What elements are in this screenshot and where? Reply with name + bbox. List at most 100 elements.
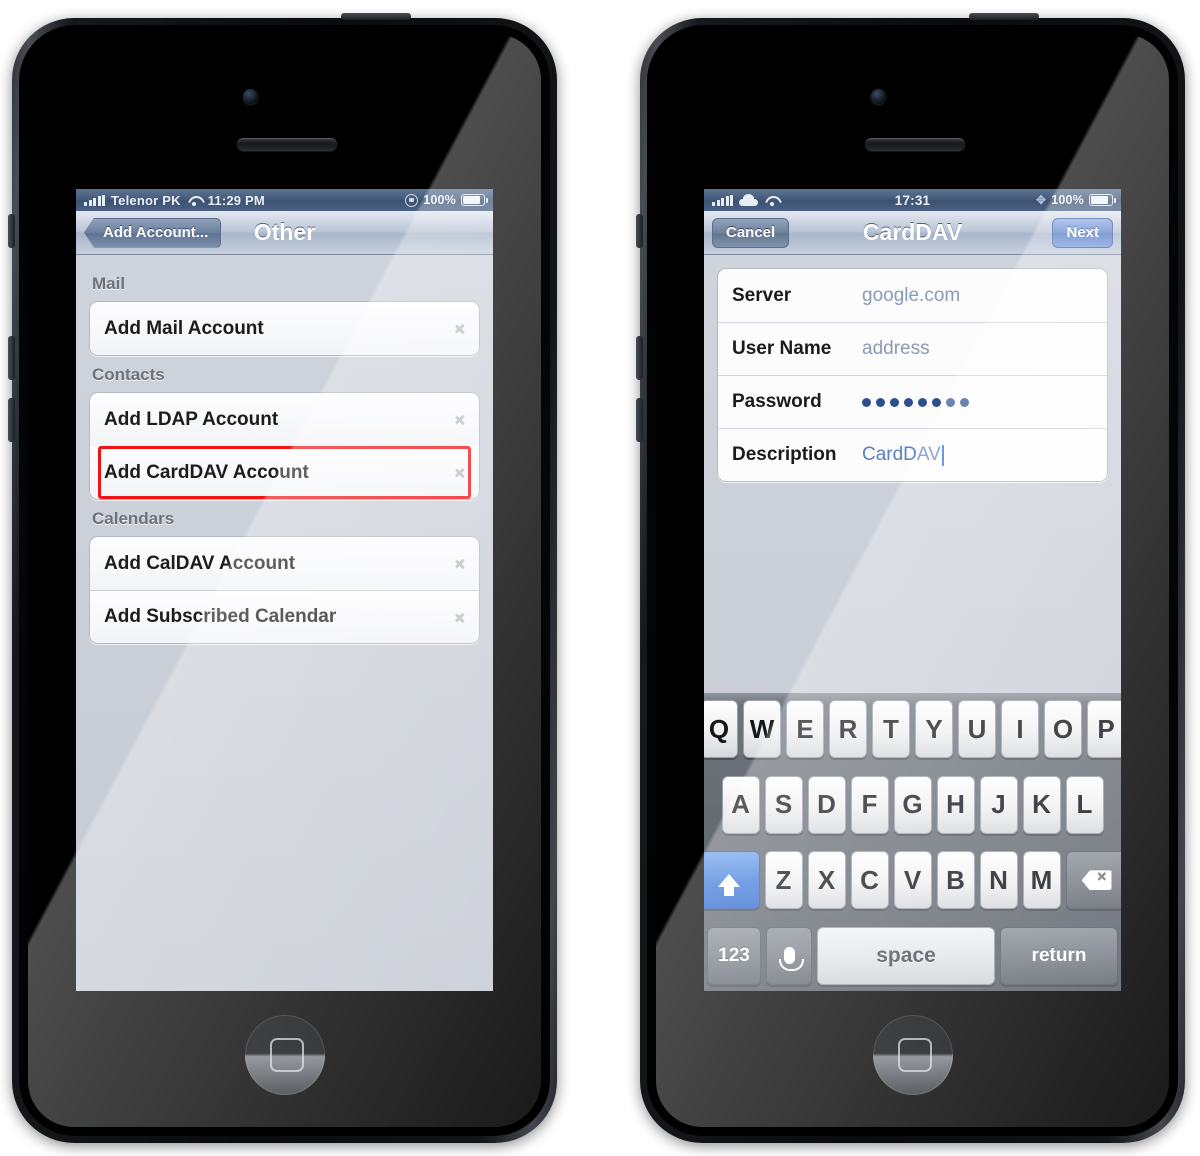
key-q[interactable]: Q [704, 700, 738, 758]
next-button[interactable]: Next [1052, 217, 1113, 248]
section-group-contacts: Add LDAP Account Add CardDAV Account [89, 392, 480, 500]
key-c[interactable]: C [850, 851, 889, 910]
key-d[interactable]: D [807, 775, 846, 834]
description-label: Description [732, 444, 837, 465]
chevron-right-icon [455, 609, 465, 626]
iphone-right: 17:31 ✥ 100% Cancel CardDAV Next Server … [636, 13, 1185, 1143]
key-p[interactable]: P [1087, 700, 1121, 758]
status-bar-right: 17:31 ✥ 100% [704, 189, 1121, 211]
chevron-right-icon [455, 464, 465, 481]
microphone-icon [778, 947, 804, 972]
key-e[interactable]: E [786, 700, 824, 758]
key-v[interactable]: V [893, 851, 932, 910]
cancel-button-label: Cancel [726, 224, 776, 241]
key-j[interactable]: J [979, 775, 1018, 834]
server-input[interactable]: google.com [862, 285, 960, 307]
form-row-password[interactable]: Password [718, 375, 1107, 428]
phone-glass-right: 17:31 ✥ 100% Cancel CardDAV Next Server … [656, 34, 1169, 1127]
form-row-description[interactable]: Description CardDAV [718, 428, 1107, 481]
form-row-username[interactable]: User Name address [718, 322, 1107, 375]
space-key[interactable]: space [817, 926, 995, 985]
next-button-label: Next [1066, 224, 1099, 241]
key-u[interactable]: U [958, 700, 996, 758]
key-r[interactable]: R [829, 700, 867, 758]
list-item-add-caldav-account[interactable]: Add CalDAV Account [90, 537, 479, 590]
key-l[interactable]: L [1065, 775, 1104, 834]
section-group-calendars: Add CalDAV Account Add Subscribed Calend… [89, 536, 480, 644]
section-header-mail: Mail [92, 274, 126, 293]
key-k[interactable]: K [1022, 775, 1061, 834]
list-item-label: Add Mail Account [104, 317, 264, 339]
volume-down-button-left[interactable] [8, 398, 15, 442]
settings-list-left: Mail Add Mail Account Contacts Add LDAP … [76, 255, 493, 991]
power-button-right[interactable] [969, 13, 1039, 20]
key-f[interactable]: F [850, 775, 889, 834]
screen-left: Telenor PK 11:29 PM 100% Add Account... [76, 189, 493, 991]
key-b[interactable]: B [936, 851, 975, 910]
volume-up-button-right[interactable] [636, 336, 643, 380]
shift-key[interactable] [704, 851, 760, 910]
key-w[interactable]: W [743, 700, 781, 758]
return-key[interactable]: return [1000, 926, 1118, 985]
earpiece-speaker-right [864, 138, 965, 151]
list-item-add-carddav-account[interactable]: Add CardDAV Account [90, 446, 479, 499]
key-z[interactable]: Z [764, 851, 803, 910]
onscreen-keyboard: Q W E R T Y U I O P A S D F G H J K L Z … [704, 693, 1121, 991]
username-input[interactable]: address [862, 338, 930, 360]
wifi-icon [187, 195, 202, 206]
power-button-left[interactable] [341, 13, 411, 20]
volume-up-button-left[interactable] [8, 336, 15, 380]
chevron-right-icon [455, 320, 465, 337]
list-item-add-mail-account[interactable]: Add Mail Account [90, 302, 479, 355]
battery-icon [1089, 194, 1116, 206]
row-wrap-add-carddav-account: Add CardDAV Account [90, 446, 479, 499]
server-label: Server [732, 284, 792, 306]
nav-bar-left: Add Account... Other [76, 211, 493, 255]
key-t[interactable]: T [872, 700, 910, 758]
key-o[interactable]: O [1044, 700, 1082, 758]
dictation-key[interactable] [766, 926, 812, 985]
home-button-left[interactable] [244, 1015, 325, 1095]
key-y[interactable]: Y [915, 700, 953, 758]
keyboard-row-3: Z X C V B N M [704, 851, 1121, 910]
backspace-key[interactable] [1065, 851, 1121, 910]
key-g[interactable]: G [893, 775, 932, 834]
key-h[interactable]: H [936, 775, 975, 834]
iphone-left: Telenor PK 11:29 PM 100% Add Account... [8, 13, 557, 1143]
screen-right: 17:31 ✥ 100% Cancel CardDAV Next Server … [704, 189, 1121, 991]
screenshot-stage: Telenor PK 11:29 PM 100% Add Account... [0, 0, 1200, 1156]
list-item-add-ldap-account[interactable]: Add LDAP Account [90, 393, 479, 446]
mute-switch-left[interactable] [8, 214, 15, 248]
back-button-add-account[interactable]: Add Account... [84, 217, 222, 248]
status-bar-left: Telenor PK 11:29 PM 100% [76, 189, 493, 211]
carddav-form: Server google.com User Name address Pass… [704, 255, 1121, 991]
chevron-right-icon [455, 555, 465, 572]
carrier-label: Telenor PK [111, 192, 181, 208]
keyboard-row-1: Q W E R T Y U I O P [704, 700, 1121, 758]
back-button-label: Add Account... [103, 224, 209, 241]
chevron-right-icon [455, 411, 465, 428]
bluetooth-icon: ✥ [1035, 193, 1047, 207]
key-x[interactable]: X [807, 851, 846, 910]
form-row-server[interactable]: Server google.com [718, 269, 1107, 322]
home-button-right[interactable] [872, 1015, 953, 1095]
key-m[interactable]: M [1022, 851, 1061, 910]
volume-down-button-right[interactable] [636, 398, 643, 442]
key-s[interactable]: S [764, 775, 803, 834]
key-n[interactable]: N [979, 851, 1018, 910]
key-i[interactable]: I [1001, 700, 1039, 758]
row-wrap-add-ldap-account: Add LDAP Account [90, 393, 479, 446]
numbers-key[interactable]: 123 [707, 926, 761, 985]
password-input[interactable] [862, 397, 969, 407]
form-field-group: Server google.com User Name address Pass… [717, 268, 1108, 482]
list-item-label: Add LDAP Account [104, 408, 279, 430]
description-input[interactable]: CardDAV [862, 444, 941, 466]
list-item-label: Add CalDAV Account [104, 552, 296, 574]
cancel-button[interactable]: Cancel [712, 217, 790, 248]
key-a[interactable]: A [721, 775, 760, 834]
rotation-lock-icon [405, 193, 419, 207]
battery-percent-left: 100% [423, 193, 456, 207]
mute-switch-right[interactable] [636, 214, 643, 248]
list-item-add-subscribed-calendar[interactable]: Add Subscribed Calendar [90, 590, 479, 643]
shift-arrow-up-icon [717, 873, 740, 896]
